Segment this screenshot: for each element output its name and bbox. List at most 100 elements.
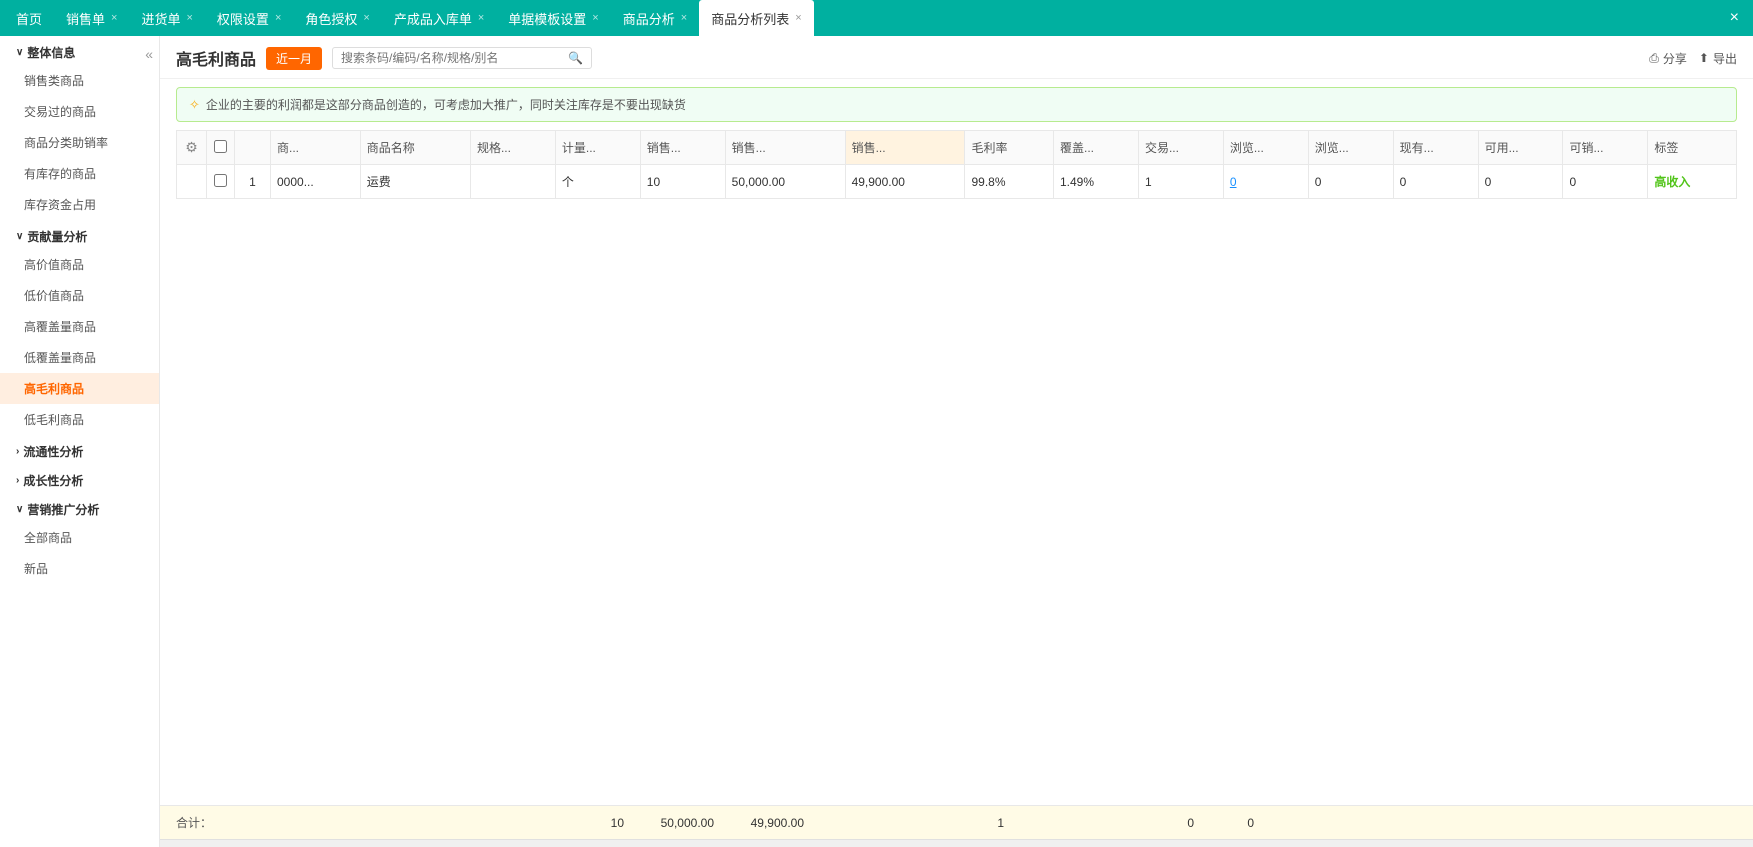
cell-name: 运费	[360, 165, 470, 199]
tab-analysis[interactable]: 商品分析 ×	[611, 0, 699, 36]
col-sales-amount-header: 销售...	[725, 131, 845, 165]
cell-tag: 高收入	[1648, 165, 1737, 199]
sidebar-group-liquidity[interactable]: › 流通性分析	[0, 435, 159, 464]
cell-unit: 个	[555, 165, 640, 199]
sidebar-item-traded-goods[interactable]: 交易过的商品	[0, 96, 159, 127]
content-header: 高毛利商品 近一月 🔍 ⎙ 分享 ⬆ 导出	[160, 36, 1753, 79]
cell-browse1[interactable]: 0	[1223, 165, 1308, 199]
footer-cell-sales-qty-val: 10	[572, 816, 632, 830]
tab-sales[interactable]: 销售单 ×	[54, 0, 129, 36]
cell-index: 1	[235, 165, 271, 199]
sidebar-group-overview[interactable]: ∨ 整体信息	[0, 36, 159, 65]
sidebar-item-sales-goods[interactable]: 销售类商品	[0, 65, 159, 96]
select-all-checkbox[interactable]	[214, 140, 227, 153]
sidebar-item-in-stock[interactable]: 有库存的商品	[0, 158, 159, 189]
sidebar-item-all-goods[interactable]: 全部商品	[0, 522, 159, 553]
horizontal-scrollbar[interactable]	[160, 839, 1753, 847]
data-table: ⚙ 商... 商品名称 规格...	[176, 130, 1737, 199]
sidebar-item-category-rate[interactable]: 商品分类助销率	[0, 127, 159, 158]
group-arrow-overview: ∨	[16, 47, 23, 58]
row-checkbox[interactable]	[214, 174, 227, 187]
close-tab-template[interactable]: ×	[592, 12, 598, 24]
sidebar: « ∨ 整体信息 销售类商品 交易过的商品 商品分类助销率 有库存的商品 库存资…	[0, 36, 160, 847]
tab-template[interactable]: 单据模板设置 ×	[496, 0, 610, 36]
sidebar-collapse-button[interactable]: «	[145, 46, 153, 62]
sidebar-item-low-coverage[interactable]: 低覆盖量商品	[0, 342, 159, 373]
group-arrow-marketing: ∨	[16, 504, 23, 515]
sidebar-item-high-margin[interactable]: 高毛利商品	[0, 373, 159, 404]
window-close-button[interactable]: ×	[1720, 9, 1749, 27]
close-tab-purchase[interactable]: ×	[186, 12, 192, 24]
share-button[interactable]: ⎙ 分享	[1649, 50, 1687, 67]
cell-settings	[177, 165, 207, 199]
close-tab-sales[interactable]: ×	[111, 12, 117, 24]
sidebar-item-low-value[interactable]: 低价值商品	[0, 280, 159, 311]
footer-bar: 合计： 10 50,000.00 49,900.00 1 0 0	[160, 805, 1753, 839]
cell-saleable: 0	[1563, 165, 1648, 199]
group-arrow-liquidity: ›	[16, 446, 19, 457]
main-layout: « ∨ 整体信息 销售类商品 交易过的商品 商品分类助销率 有库存的商品 库存资…	[0, 36, 1753, 847]
table-row: 1 0000... 运费 个	[177, 165, 1737, 199]
period-month-button[interactable]: 近一月	[266, 47, 322, 70]
footer-cell-sales-amount-val: 50,000.00	[632, 816, 722, 830]
sidebar-item-stock-capital[interactable]: 库存资金占用	[0, 189, 159, 220]
cell-code: 0000...	[271, 165, 361, 199]
cell-sales-cost: 49,900.00	[845, 165, 965, 199]
col-settings[interactable]: ⚙	[177, 131, 207, 165]
sidebar-item-high-coverage[interactable]: 高覆盖量商品	[0, 311, 159, 342]
col-code-header: 商...	[271, 131, 361, 165]
col-checkbox-header[interactable]	[207, 131, 235, 165]
cell-spec	[470, 165, 555, 199]
footer-cell-available-val: 0	[1202, 816, 1262, 830]
col-trade-header: 交易...	[1138, 131, 1223, 165]
col-browse1-header: 浏览...	[1223, 131, 1308, 165]
settings-icon[interactable]: ⚙	[185, 139, 198, 155]
export-button[interactable]: ⬆ 导出	[1699, 50, 1737, 67]
col-unit-header: 计量...	[555, 131, 640, 165]
col-sales-qty-header: 销售...	[640, 131, 725, 165]
info-banner: ✧ 企业的主要的利润都是这部分商品创造的，可考虑加大推广，同时关注库存是不要出现…	[176, 87, 1737, 122]
close-tab-analysis-list[interactable]: ×	[795, 12, 801, 24]
sidebar-item-new-goods[interactable]: 新品	[0, 553, 159, 584]
close-tab-permission[interactable]: ×	[275, 12, 281, 24]
sidebar-item-high-value[interactable]: 高价值商品	[0, 249, 159, 280]
sidebar-group-contribution[interactable]: ∨ 贡献量分析	[0, 220, 159, 249]
group-arrow-contribution: ∨	[16, 231, 23, 242]
footer-cell-current-stock-val: 0	[1142, 816, 1202, 830]
search-input[interactable]	[341, 51, 562, 65]
col-tag-header: 标签	[1648, 131, 1737, 165]
footer-cell-sales-cost-val: 49,900.00	[722, 816, 812, 830]
tab-permission[interactable]: 权限设置 ×	[205, 0, 293, 36]
tab-role[interactable]: 角色授权 ×	[293, 0, 381, 36]
header-actions: ⎙ 分享 ⬆ 导出	[1649, 50, 1737, 67]
sidebar-group-marketing[interactable]: ∨ 营销推广分析	[0, 493, 159, 522]
table-header-row: ⚙ 商... 商品名称 规格...	[177, 131, 1737, 165]
footer-cell-spacer2	[1012, 816, 1142, 830]
group-arrow-growth: ›	[16, 475, 19, 486]
sidebar-item-low-margin[interactable]: 低毛利商品	[0, 404, 159, 435]
cell-checkbox[interactable]	[207, 165, 235, 199]
col-browse2-header: 浏览...	[1308, 131, 1393, 165]
tab-product-storage[interactable]: 产成品入库单 ×	[382, 0, 496, 36]
col-name-header: 商品名称	[360, 131, 470, 165]
content-area: 高毛利商品 近一月 🔍 ⎙ 分享 ⬆ 导出 ✧ 企业的主要的利润都是这部分商品创…	[160, 36, 1753, 847]
cell-trade: 1	[1138, 165, 1223, 199]
close-tab-role[interactable]: ×	[363, 12, 369, 24]
col-spec-header: 规格...	[470, 131, 555, 165]
table-container[interactable]: ⚙ 商... 商品名称 规格...	[160, 130, 1753, 805]
tab-purchase[interactable]: 进货单 ×	[129, 0, 204, 36]
footer-label: 合计：	[176, 814, 212, 831]
footer-cells: 10 50,000.00 49,900.00 1 0 0	[232, 816, 1262, 830]
search-bar: 🔍	[332, 47, 592, 69]
tab-analysis-list[interactable]: 商品分析列表 ×	[699, 0, 813, 36]
tab-home[interactable]: 首页	[4, 0, 54, 36]
close-tab-analysis[interactable]: ×	[681, 12, 687, 24]
col-available-header: 可用...	[1478, 131, 1563, 165]
export-icon: ⬆	[1699, 51, 1709, 65]
cell-current-stock: 0	[1393, 165, 1478, 199]
cell-sales-qty: 10	[640, 165, 725, 199]
search-icon[interactable]: 🔍	[568, 51, 583, 65]
close-tab-product-storage[interactable]: ×	[478, 12, 484, 24]
cell-browse2: 0	[1308, 165, 1393, 199]
sidebar-group-growth[interactable]: › 成长性分析	[0, 464, 159, 493]
